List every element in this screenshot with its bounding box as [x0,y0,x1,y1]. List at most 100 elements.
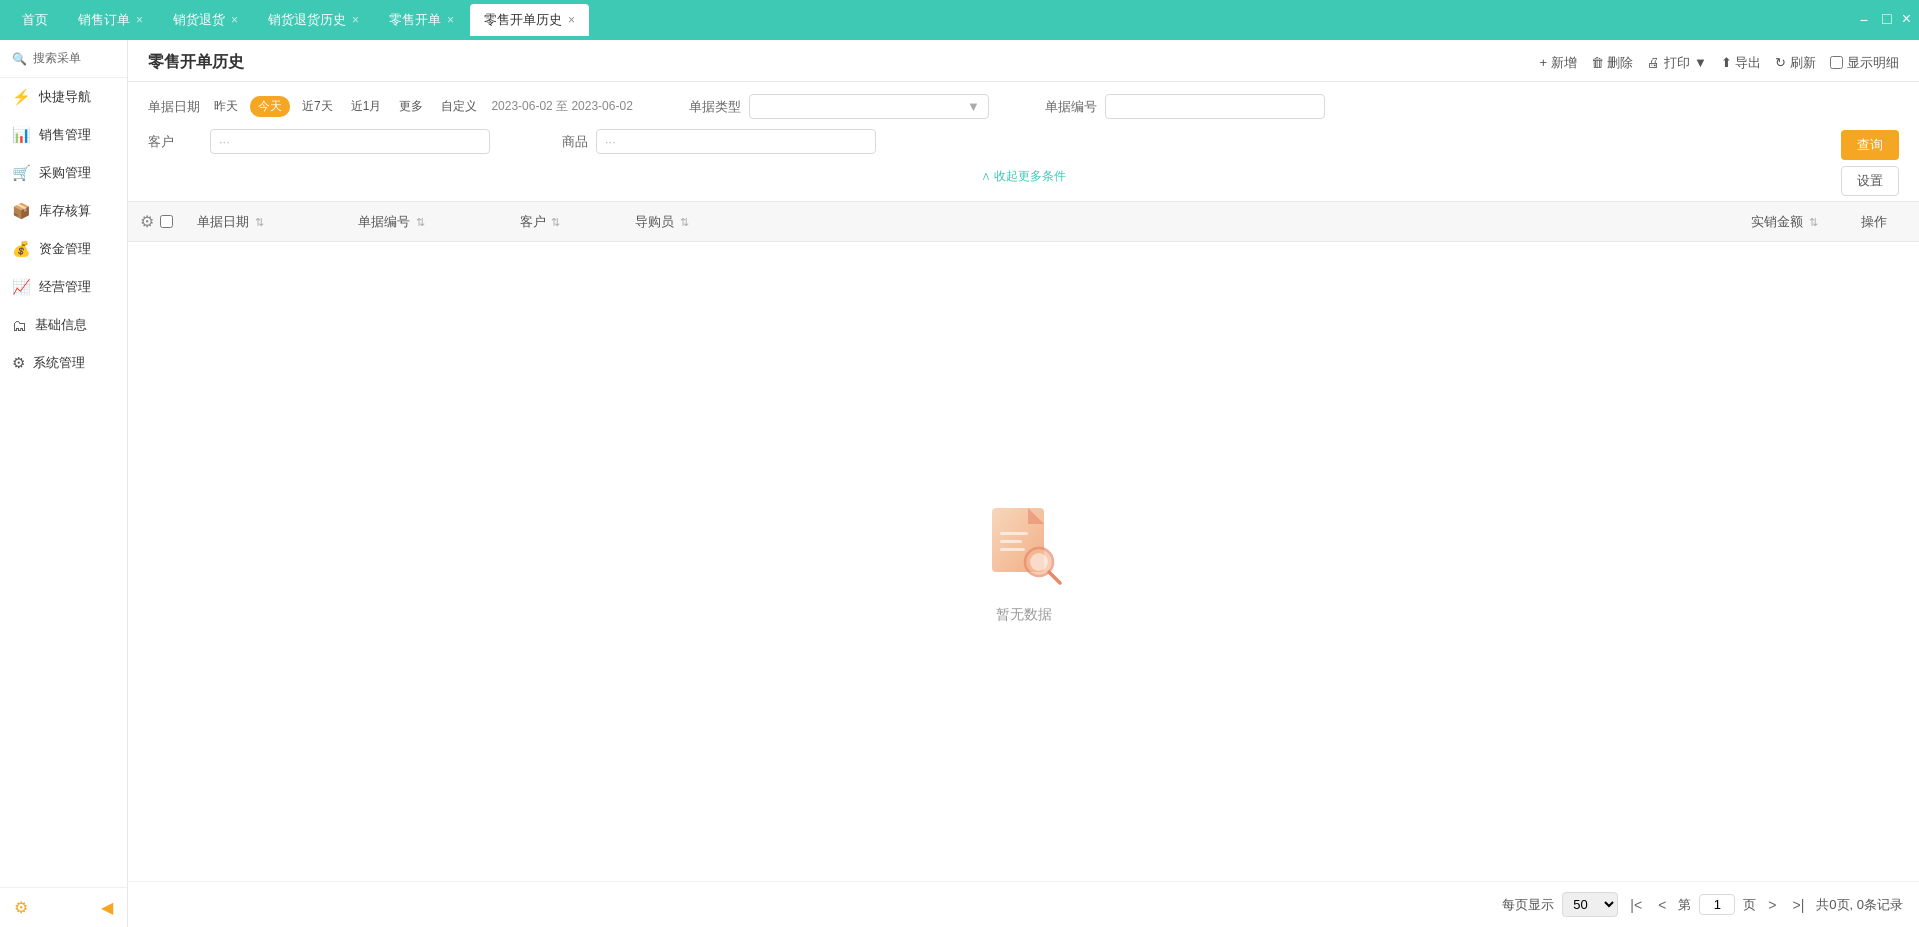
sales-mgmt-icon: 📊 [12,126,31,144]
sidebar-bottom: ⚙ ◀ [0,887,127,927]
filter-area: 单据日期 昨天 今天 近7天 近1月 更多 自定义 2023-06-02 至 2… [128,82,1919,202]
minimize-button[interactable]: － [1856,10,1872,31]
sidebar-item-finance[interactable]: 💰 资金管理 [0,230,127,268]
tab-retail-open[interactable]: 零售开单 × [375,4,468,36]
svg-point-6 [1030,553,1048,571]
sidebar-item-quick-nav[interactable]: ⚡ 快捷导航 [0,78,127,116]
filter-date: 单据日期 昨天 今天 近7天 近1月 更多 自定义 2023-06-02 至 2… [148,96,633,117]
type-label: 单据类型 [689,98,741,116]
customer-label: 客户 [148,133,174,151]
date-btn-7days[interactable]: 近7天 [296,96,339,117]
show-detail-toggle[interactable]: 显示明细 [1830,54,1899,72]
search-icon: 🔍 [12,52,27,66]
show-detail-checkbox[interactable] [1830,56,1843,69]
date-btn-custom[interactable]: 自定义 [435,96,483,117]
filter-customer: 客户 ··· [148,129,490,154]
refresh-button[interactable]: ↻ 刷新 [1775,54,1816,72]
date-label: 单据日期 [148,98,200,116]
inventory-icon: 📦 [12,202,31,220]
page-label: 第 [1678,896,1691,914]
sort-guide-icon[interactable]: ⇅ [680,216,689,228]
type-select[interactable]: ▼ [749,94,989,119]
tab-home[interactable]: 首页 [8,4,62,36]
date-btn-1month[interactable]: 近1月 [345,96,388,117]
finance-icon: 💰 [12,240,31,258]
sidebar-item-system-mgmt[interactable]: ⚙ 系统管理 [0,344,127,382]
tab-close-retail-open[interactable]: × [447,13,454,27]
customer-select-value: ··· [219,134,230,149]
purchase-mgmt-icon: 🛒 [12,164,31,182]
date-btn-today[interactable]: 今天 [250,96,290,117]
export-button[interactable]: ⬆ 导出 [1721,54,1762,72]
page-header: 零售开单历史 + 新增 🗑 删除 🖨 打印 ▼ ⬆ 导出 ↻ 刷新 [128,40,1919,82]
select-all-checkbox[interactable] [160,215,173,228]
collapse-more-button[interactable]: ∧ 收起更多条件 [148,164,1899,189]
next-page-button[interactable]: > [1764,895,1780,915]
filter-row-1: 单据日期 昨天 今天 近7天 近1月 更多 自定义 2023-06-02 至 2… [148,94,1899,119]
print-button[interactable]: 🖨 打印 ▼ [1647,54,1707,72]
last-page-button[interactable]: >| [1789,895,1809,915]
svg-rect-4 [1000,548,1025,551]
tab-sales-return[interactable]: 销货退货 × [159,4,252,36]
sort-date-icon[interactable]: ⇅ [255,216,264,228]
operations-icon: 📈 [12,278,31,296]
data-table: ⚙ 单据日期 ⇅ 单据编号 ⇅ [128,202,1919,242]
content-area: 零售开单历史 + 新增 🗑 删除 🖨 打印 ▼ ⬆ 导出 ↻ 刷新 [128,40,1919,927]
system-mgmt-icon: ⚙ [12,354,25,372]
tab-close-retail-open-history[interactable]: × [568,13,575,27]
tab-close-sales-return-history[interactable]: × [352,13,359,27]
first-page-button[interactable]: |< [1626,895,1646,915]
sidebar-collapse-icon[interactable]: ◀ [101,898,113,917]
page-title: 零售开单历史 [148,52,244,73]
sidebar-item-basic-info[interactable]: 🗂 基础信息 [0,306,127,344]
total-records: 共0页, 0条记录 [1816,896,1903,914]
tab-bar: 首页 销售订单 × 销货退货 × 销货退货历史 × 零售开单 × 零售开单历史 … [0,0,1919,40]
page-number-input[interactable] [1699,894,1735,915]
number-input[interactable] [1105,94,1325,119]
table-container: ⚙ 单据日期 ⇅ 单据编号 ⇅ [128,202,1919,881]
add-button[interactable]: + 新增 [1539,54,1576,72]
sort-number-icon[interactable]: ⇅ [416,216,425,228]
date-btn-yesterday[interactable]: 昨天 [208,96,244,117]
tab-close-sales-order[interactable]: × [136,13,143,27]
sidebar-gear-icon[interactable]: ⚙ [14,898,28,917]
table-settings-icon[interactable]: ⚙ [140,212,154,231]
col-action: 操作 [1830,202,1919,242]
select-all-col: ⚙ [128,202,185,242]
svg-line-7 [1049,572,1060,583]
svg-rect-3 [1000,540,1022,543]
sidebar-item-sales-mgmt[interactable]: 📊 销售管理 [0,116,127,154]
date-btn-more[interactable]: 更多 [393,96,429,117]
col-guide: 导购员 ⇅ [623,202,761,242]
col-date: 单据日期 ⇅ [185,202,346,242]
col-customer: 客户 ⇅ [508,202,623,242]
sort-amount-icon[interactable]: ⇅ [1809,216,1818,228]
customer-select[interactable]: ··· [210,129,490,154]
per-page-select[interactable]: 10 20 50 100 [1562,892,1618,917]
toolbar: + 新增 🗑 删除 🖨 打印 ▼ ⬆ 导出 ↻ 刷新 显示明细 [1539,54,1899,72]
print-dropdown-icon[interactable]: ▼ [1694,55,1707,70]
prev-page-button[interactable]: < [1654,895,1670,915]
query-button[interactable]: 查询 [1841,130,1899,160]
empty-illustration [974,500,1074,590]
sidebar-item-inventory[interactable]: 📦 库存核算 [0,192,127,230]
basic-info-icon: 🗂 [12,317,27,334]
settings-button[interactable]: 设置 [1841,166,1899,196]
tab-sales-return-history[interactable]: 销货退货历史 × [254,4,373,36]
tab-retail-open-history[interactable]: 零售开单历史 × [470,4,589,36]
quick-nav-icon: ⚡ [12,88,31,106]
sidebar-item-operations[interactable]: 📈 经营管理 [0,268,127,306]
tab-sales-order[interactable]: 销售订单 × [64,4,157,36]
sidebar-search[interactable]: 🔍 搜索采单 [0,40,127,78]
close-button[interactable]: × [1902,10,1911,31]
sort-customer-icon[interactable]: ⇅ [551,216,560,228]
goods-label: 商品 [562,133,588,151]
goods-select[interactable]: ··· [596,129,876,154]
delete-button[interactable]: 🗑 删除 [1591,54,1634,72]
filter-number: 单据编号 [1045,94,1325,119]
pagination: 每页显示 10 20 50 100 |< < 第 页 > >| 共0页, 0条记… [128,881,1919,927]
filter-type: 单据类型 ▼ [689,94,989,119]
maximize-button[interactable]: □ [1882,10,1892,31]
tab-close-sales-return[interactable]: × [231,13,238,27]
sidebar-item-purchase-mgmt[interactable]: 🛒 采购管理 [0,154,127,192]
